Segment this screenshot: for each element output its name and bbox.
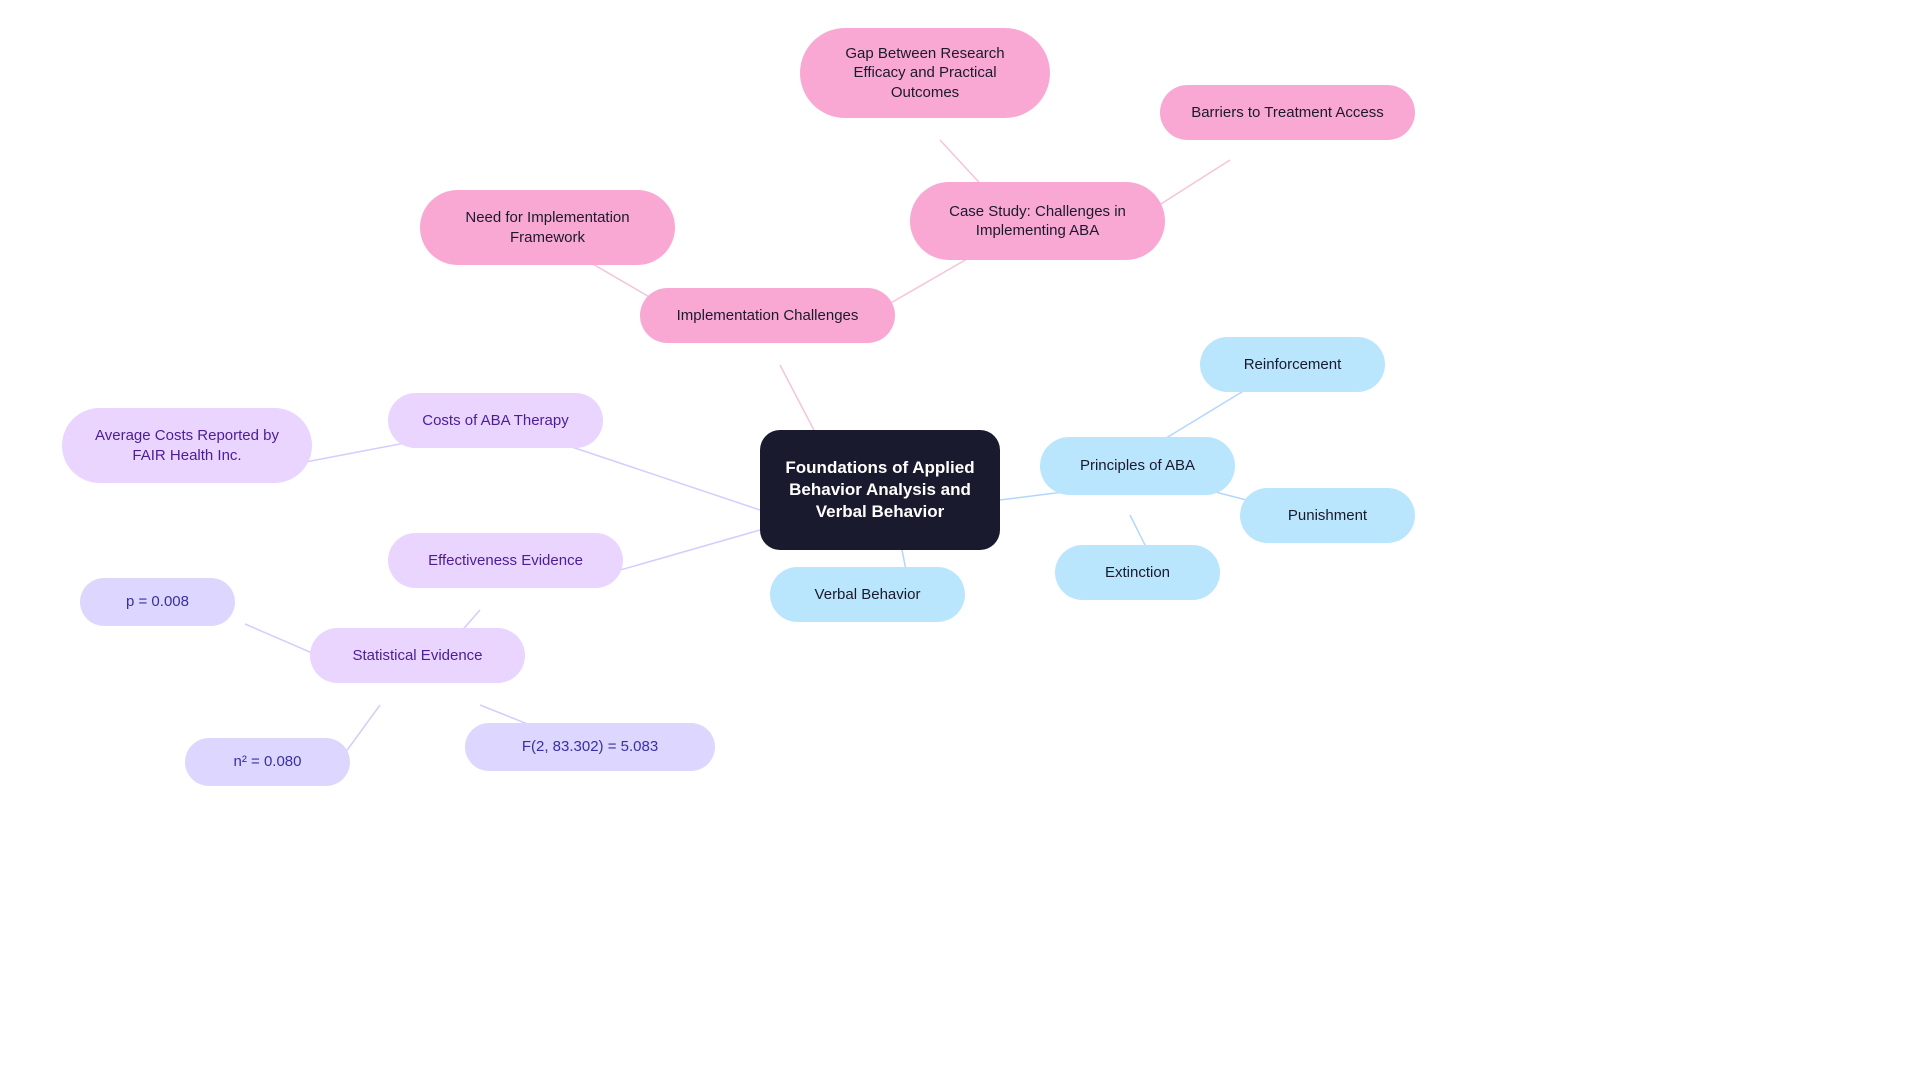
punishment-node[interactable]: Punishment (1240, 488, 1415, 543)
reinforcement-node[interactable]: Reinforcement (1200, 337, 1385, 392)
statistical-label: Statistical Evidence (352, 646, 482, 666)
gap-research-label: Gap Between Research Efficacy and Practi… (820, 44, 1030, 103)
case-study-node[interactable]: Case Study: Challenges in Implementing A… (910, 182, 1165, 260)
center-label: Foundations of Applied Behavior Analysis… (780, 457, 980, 523)
gap-research-node[interactable]: Gap Between Research Efficacy and Practi… (800, 28, 1050, 118)
effectiveness-evidence-node[interactable]: Effectiveness Evidence (388, 533, 623, 588)
punishment-label: Punishment (1288, 506, 1367, 526)
f-stat-label: F(2, 83.302) = 5.083 (522, 737, 658, 757)
verbal-behavior-node[interactable]: Verbal Behavior (770, 567, 965, 622)
costs-aba-node[interactable]: Costs of ABA Therapy (388, 393, 603, 448)
n-squared-node[interactable]: n² = 0.080 (185, 738, 350, 786)
barriers-label: Barriers to Treatment Access (1191, 103, 1384, 123)
need-for-framework-node[interactable]: Need for Implementation Framework (420, 190, 675, 265)
avg-costs-label: Average Costs Reported by FAIR Health In… (82, 426, 292, 465)
need-framework-label: Need for Implementation Framework (440, 208, 655, 247)
effectiveness-label: Effectiveness Evidence (428, 551, 583, 571)
principles-aba-label: Principles of ABA (1080, 456, 1195, 476)
costs-aba-label: Costs of ABA Therapy (422, 411, 568, 431)
verbal-behavior-label: Verbal Behavior (815, 585, 921, 605)
n-squared-label: n² = 0.080 (234, 752, 302, 772)
principles-aba-node[interactable]: Principles of ABA (1040, 437, 1235, 495)
extinction-node[interactable]: Extinction (1055, 545, 1220, 600)
reinforcement-label: Reinforcement (1244, 355, 1342, 375)
impl-challenges-label: Implementation Challenges (677, 306, 859, 326)
barriers-node[interactable]: Barriers to Treatment Access (1160, 85, 1415, 140)
implementation-challenges-node[interactable]: Implementation Challenges (640, 288, 895, 343)
p-value-node[interactable]: p = 0.008 (80, 578, 235, 626)
avg-costs-node[interactable]: Average Costs Reported by FAIR Health In… (62, 408, 312, 483)
p-value-label: p = 0.008 (126, 592, 189, 612)
center-node[interactable]: Foundations of Applied Behavior Analysis… (760, 430, 1000, 550)
f-stat-node[interactable]: F(2, 83.302) = 5.083 (465, 723, 715, 771)
case-study-label: Case Study: Challenges in Implementing A… (930, 202, 1145, 241)
extinction-label: Extinction (1105, 563, 1170, 583)
mind-map-container: Foundations of Applied Behavior Analysis… (0, 0, 1920, 1083)
statistical-evidence-node[interactable]: Statistical Evidence (310, 628, 525, 683)
